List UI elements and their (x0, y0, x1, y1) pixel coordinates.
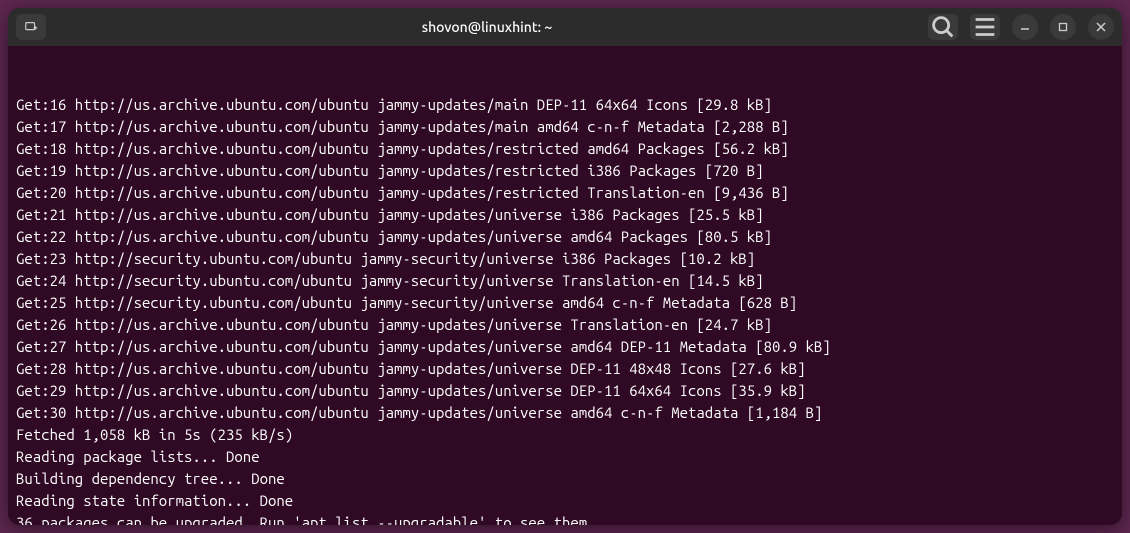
titlebar: shovon@linuxhint: ~ (8, 8, 1122, 46)
terminal-line: Reading state information... Done (16, 490, 1114, 512)
terminal-line: Get:29 http://us.archive.ubuntu.com/ubun… (16, 380, 1114, 402)
window-title: shovon@linuxhint: ~ (54, 19, 920, 35)
terminal-line: Get:24 http://security.ubuntu.com/ubuntu… (16, 270, 1114, 292)
hamburger-icon (970, 12, 1000, 42)
maximize-button[interactable] (1050, 14, 1076, 40)
terminal-line: Get:18 http://us.archive.ubuntu.com/ubun… (16, 138, 1114, 160)
search-button[interactable] (928, 14, 958, 40)
new-tab-icon (24, 20, 38, 34)
terminal-line: Get:16 http://us.archive.ubuntu.com/ubun… (16, 94, 1114, 116)
minimize-button[interactable] (1012, 14, 1038, 40)
terminal-line: Get:21 http://us.archive.ubuntu.com/ubun… (16, 204, 1114, 226)
terminal-line: Building dependency tree... Done (16, 468, 1114, 490)
terminal-line: Get:20 http://us.archive.ubuntu.com/ubun… (16, 182, 1114, 204)
terminal-lines: Get:16 http://us.archive.ubuntu.com/ubun… (16, 94, 1114, 525)
terminal-line: Get:30 http://us.archive.ubuntu.com/ubun… (16, 402, 1114, 424)
terminal-line: Get:26 http://us.archive.ubuntu.com/ubun… (16, 314, 1114, 336)
menu-button[interactable] (970, 14, 1000, 40)
search-icon (928, 12, 958, 42)
terminal-line: Get:22 http://us.archive.ubuntu.com/ubun… (16, 226, 1114, 248)
terminal-line: Get:23 http://security.ubuntu.com/ubuntu… (16, 248, 1114, 270)
terminal-window: shovon@linuxhint: ~ (8, 8, 1122, 525)
minimize-icon (1019, 21, 1031, 33)
maximize-icon (1057, 21, 1069, 33)
terminal-line: Get:17 http://us.archive.ubuntu.com/ubun… (16, 116, 1114, 138)
terminal-line: Fetched 1,058 kB in 5s (235 kB/s) (16, 424, 1114, 446)
titlebar-right (928, 14, 1114, 40)
terminal-line: Get:25 http://security.ubuntu.com/ubuntu… (16, 292, 1114, 314)
terminal-line: Get:28 http://us.archive.ubuntu.com/ubun… (16, 358, 1114, 380)
close-icon (1095, 21, 1107, 33)
terminal-line: Get:27 http://us.archive.ubuntu.com/ubun… (16, 336, 1114, 358)
terminal-line: Reading package lists... Done (16, 446, 1114, 468)
close-button[interactable] (1088, 14, 1114, 40)
new-tab-button[interactable] (16, 14, 46, 40)
terminal-line: Get:19 http://us.archive.ubuntu.com/ubun… (16, 160, 1114, 182)
terminal-line: 36 packages can be upgraded. Run 'apt li… (16, 512, 1114, 525)
titlebar-left (16, 14, 46, 40)
terminal-output[interactable]: Get:16 http://us.archive.ubuntu.com/ubun… (8, 46, 1122, 525)
